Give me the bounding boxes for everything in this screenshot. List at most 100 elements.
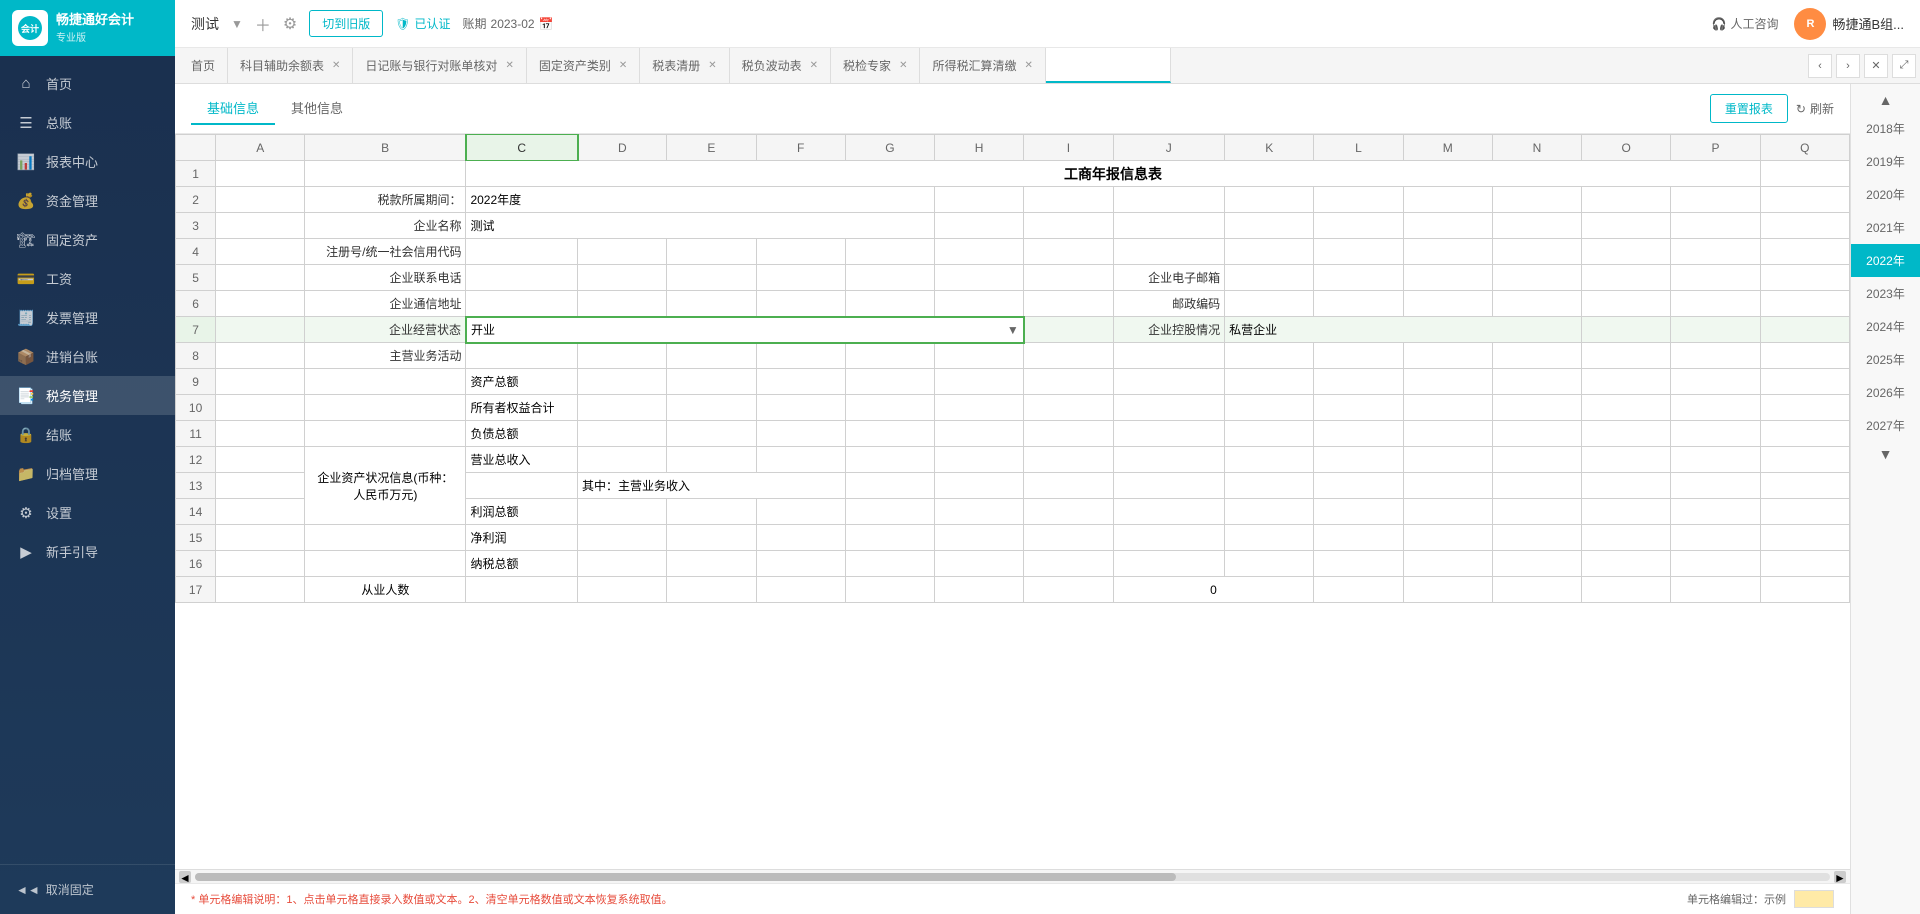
cell-6-j[interactable]: 邮政编码 — [1113, 291, 1225, 317]
cell-12-a[interactable] — [216, 447, 305, 473]
cell-13-d[interactable]: 其中：主营业务收入 — [578, 473, 846, 499]
cell-12-m[interactable] — [1403, 447, 1492, 473]
cell-17-q[interactable] — [1760, 577, 1849, 603]
cell-15-g[interactable] — [845, 525, 934, 551]
cell-9-f[interactable] — [756, 369, 845, 395]
cell-13-m[interactable] — [1403, 473, 1492, 499]
cell-16-m[interactable] — [1403, 551, 1492, 577]
cell-8-c[interactable] — [466, 343, 578, 369]
cell-4-o[interactable] — [1582, 239, 1671, 265]
cell-10-o[interactable] — [1582, 395, 1671, 421]
cell-9-l[interactable] — [1314, 369, 1403, 395]
reset-report-button[interactable]: 重置报表 — [1710, 94, 1788, 123]
cell-3-k[interactable] — [1225, 213, 1314, 239]
cell-4-e[interactable] — [667, 239, 756, 265]
cell-13-h[interactable] — [935, 473, 1024, 499]
sidebar-item-fund-mgmt[interactable]: 💰 资金管理 — [0, 181, 175, 220]
cell-14-k[interactable] — [1225, 499, 1314, 525]
tab-tax-expert-close[interactable]: ✕ — [899, 60, 907, 71]
col-header-h[interactable]: H — [935, 135, 1024, 161]
cell-11-a[interactable] — [216, 421, 305, 447]
cell-3-j[interactable] — [1113, 213, 1225, 239]
sidebar-item-settings[interactable]: ⚙ 设置 — [0, 493, 175, 532]
cell-9-i[interactable] — [1024, 369, 1113, 395]
cell-10-e[interactable] — [667, 395, 756, 421]
cell-4-h[interactable] — [935, 239, 1024, 265]
settings-gear-icon[interactable]: ⚙ — [283, 14, 297, 34]
cell-8-o[interactable] — [1582, 343, 1671, 369]
cell-17-e[interactable] — [667, 577, 756, 603]
cell-4-d[interactable] — [578, 239, 667, 265]
sidebar-item-home[interactable]: ⌂ 首页 — [0, 64, 175, 103]
cell-12-q[interactable] — [1760, 447, 1849, 473]
cell-6-l[interactable] — [1314, 291, 1403, 317]
cell-8-k[interactable] — [1225, 343, 1314, 369]
cell-10-g[interactable] — [845, 395, 934, 421]
cell-16-d[interactable] — [578, 551, 667, 577]
service-button[interactable]: 🎧 人工咨询 — [1712, 15, 1779, 32]
cell-5-i[interactable] — [1024, 265, 1113, 291]
cell-11-m[interactable] — [1403, 421, 1492, 447]
cell-14-f[interactable] — [756, 499, 845, 525]
cell-5-o[interactable] — [1582, 265, 1671, 291]
cell-12-i[interactable] — [1024, 447, 1113, 473]
sidebar-item-tax-mgmt[interactable]: 📑 税务管理 — [0, 376, 175, 415]
year-item-2025[interactable]: 2025年 — [1851, 343, 1920, 376]
cell-12-l[interactable] — [1314, 447, 1403, 473]
year-scroll-up[interactable]: ▲ — [1851, 88, 1920, 112]
cell-15-d[interactable] — [578, 525, 667, 551]
year-scroll-down[interactable]: ▼ — [1851, 442, 1920, 466]
col-header-c[interactable]: C — [466, 135, 578, 161]
cell-2-k[interactable] — [1225, 187, 1314, 213]
cell-13-q[interactable] — [1760, 473, 1849, 499]
cell-9-d[interactable] — [578, 369, 667, 395]
cell-14-a[interactable] — [216, 499, 305, 525]
cell-17-i[interactable] — [1024, 577, 1113, 603]
cell-7-q[interactable] — [1760, 317, 1849, 343]
cell-14-i[interactable] — [1024, 499, 1113, 525]
cell-9-o[interactable] — [1582, 369, 1671, 395]
tab-tax-expert[interactable]: 税检专家 ✕ — [831, 48, 920, 83]
cell-5-d[interactable] — [578, 265, 667, 291]
cell-16-f[interactable] — [756, 551, 845, 577]
cell-14-o[interactable] — [1582, 499, 1671, 525]
cell-5-p[interactable] — [1671, 265, 1760, 291]
col-header-b[interactable]: B — [305, 135, 466, 161]
cell-12-k[interactable] — [1225, 447, 1314, 473]
cell-10-i[interactable] — [1024, 395, 1113, 421]
tab-income-tax-close[interactable]: ✕ — [1024, 60, 1032, 71]
cell-5-m[interactable] — [1403, 265, 1492, 291]
year-item-2026[interactable]: 2026年 — [1851, 376, 1920, 409]
cell-9-b[interactable] — [305, 369, 466, 395]
tab-tax-wave[interactable]: 税负波动表 ✕ — [730, 48, 831, 83]
col-header-q[interactable]: Q — [1760, 135, 1849, 161]
cell-9-h[interactable] — [935, 369, 1024, 395]
year-item-2018[interactable]: 2018年 — [1851, 112, 1920, 145]
year-item-2022[interactable]: 2022年 — [1851, 244, 1920, 277]
cell-4-l[interactable] — [1314, 239, 1403, 265]
cell-8-m[interactable] — [1403, 343, 1492, 369]
cell-6-n[interactable] — [1492, 291, 1581, 317]
cell-12-c[interactable]: 营业总收入 — [466, 447, 578, 473]
cell-2-h[interactable] — [935, 187, 1024, 213]
cell-2-c[interactable]: 2022年度 — [466, 187, 935, 213]
cell-13-c[interactable] — [466, 473, 578, 499]
cell-17-m[interactable] — [1403, 577, 1492, 603]
cell-16-c[interactable]: 纳税总额 — [466, 551, 578, 577]
cell-6-a[interactable] — [216, 291, 305, 317]
cell-11-j[interactable] — [1113, 421, 1225, 447]
cell-4-c[interactable] — [466, 239, 578, 265]
cell-17-g[interactable] — [845, 577, 934, 603]
cell-6-p[interactable] — [1671, 291, 1760, 317]
col-header-m[interactable]: M — [1403, 135, 1492, 161]
cell-11-l[interactable] — [1314, 421, 1403, 447]
cell-3-o[interactable] — [1582, 213, 1671, 239]
cell-5-g[interactable] — [845, 265, 934, 291]
sidebar-item-report-center[interactable]: 📊 报表中心 — [0, 142, 175, 181]
col-header-l[interactable]: L — [1314, 135, 1403, 161]
year-item-2019[interactable]: 2019年 — [1851, 145, 1920, 178]
cell-10-p[interactable] — [1671, 395, 1760, 421]
cell-16-q[interactable] — [1760, 551, 1849, 577]
cell-9-g[interactable] — [845, 369, 934, 395]
scroll-right-btn[interactable]: ► — [1834, 871, 1846, 883]
